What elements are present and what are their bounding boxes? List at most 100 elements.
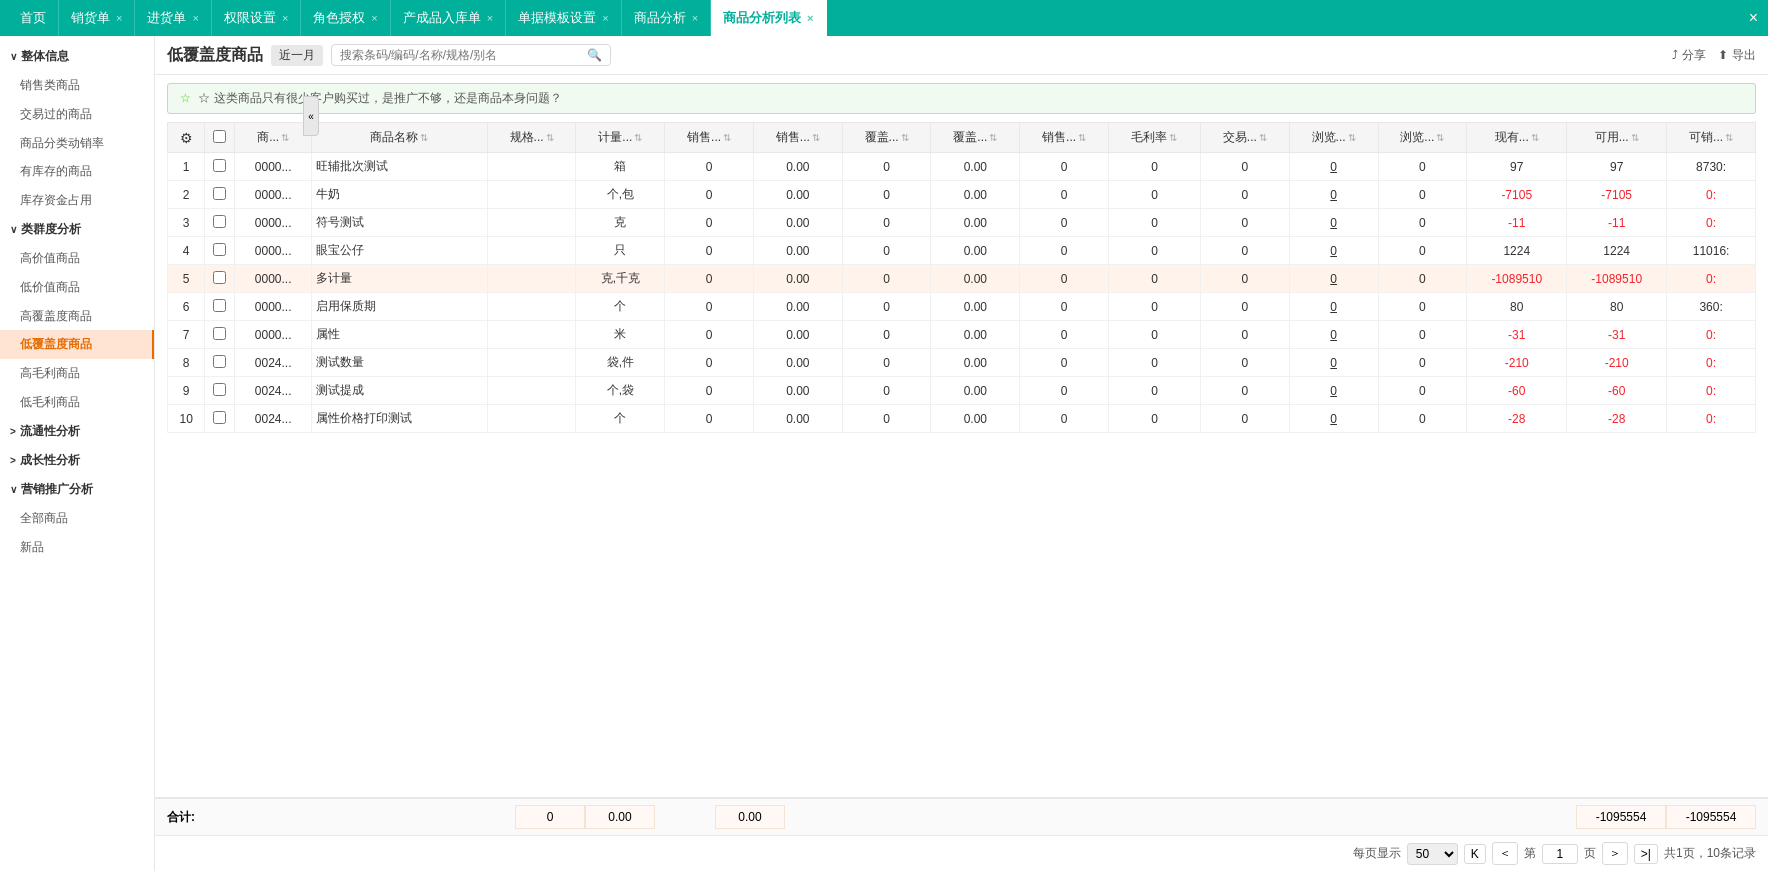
- nav-tab-analysis-list[interactable]: 商品分析列表 ×: [711, 0, 826, 36]
- sidebar-group-growth[interactable]: > 成长性分析: [0, 446, 154, 475]
- sidebar-item-traded-goods[interactable]: 交易过的商品: [0, 100, 154, 129]
- col-trade[interactable]: 交易...⇅: [1201, 123, 1290, 153]
- row-browse1[interactable]: 0: [1289, 321, 1378, 349]
- row-gross: 0: [1108, 405, 1200, 433]
- row-select-checkbox[interactable]: [213, 299, 226, 312]
- sidebar-item-all-goods[interactable]: 全部商品: [0, 504, 154, 533]
- row-select-checkbox[interactable]: [213, 327, 226, 340]
- select-all-checkbox[interactable]: [213, 130, 226, 143]
- settings-icon[interactable]: ⚙: [180, 130, 193, 146]
- nav-tab-production[interactable]: 产成品入库单 ×: [391, 0, 506, 36]
- sidebar-item-low-value[interactable]: 低价值商品: [0, 273, 154, 302]
- col-browse1[interactable]: 浏览...⇅: [1289, 123, 1378, 153]
- sidebar-item-in-stock[interactable]: 有库存的商品: [0, 157, 154, 186]
- prev-page-button[interactable]: ＜: [1492, 842, 1518, 865]
- col-browse2[interactable]: 浏览...⇅: [1378, 123, 1467, 153]
- row-checkbox[interactable]: [205, 181, 235, 209]
- row-select-checkbox[interactable]: [213, 243, 226, 256]
- row-select-checkbox[interactable]: [213, 187, 226, 200]
- sidebar-collapse-button[interactable]: «: [303, 96, 319, 136]
- sidebar-item-high-coverage[interactable]: 高覆盖度商品: [0, 302, 154, 331]
- sidebar-item-low-coverage[interactable]: 低覆盖度商品: [0, 330, 154, 359]
- row-checkbox[interactable]: [205, 293, 235, 321]
- row-checkbox[interactable]: [205, 153, 235, 181]
- row-checkbox[interactable]: [205, 237, 235, 265]
- nav-tab-purchase[interactable]: 进货单 ×: [135, 0, 211, 36]
- col-coverage2[interactable]: 覆盖...⇅: [931, 123, 1020, 153]
- close-all-button[interactable]: ×: [1749, 9, 1758, 27]
- sidebar-item-high-value[interactable]: 高价值商品: [0, 244, 154, 273]
- row-browse1[interactable]: 0: [1289, 237, 1378, 265]
- row-select-checkbox[interactable]: [213, 215, 226, 228]
- col-sales-qty[interactable]: 销售...⇅: [665, 123, 754, 153]
- export-button[interactable]: ⬆ 导出: [1718, 47, 1756, 64]
- col-available[interactable]: 可用...⇅: [1567, 123, 1667, 153]
- col-sales-amt[interactable]: 销售...⇅: [753, 123, 842, 153]
- row-checkbox[interactable]: [205, 405, 235, 433]
- nav-tab-analysis-close[interactable]: ×: [692, 12, 698, 24]
- col-saleable[interactable]: 可销...⇅: [1667, 123, 1756, 153]
- nav-tab-sales[interactable]: 销货单 ×: [59, 0, 135, 36]
- row-browse1[interactable]: 0: [1289, 153, 1378, 181]
- row-checkbox[interactable]: [205, 321, 235, 349]
- nav-tab-home[interactable]: 首页: [8, 0, 59, 36]
- nav-tab-analysis[interactable]: 商品分析 ×: [622, 0, 711, 36]
- search-icon[interactable]: 🔍: [587, 48, 602, 62]
- search-input[interactable]: [340, 48, 587, 62]
- col-current-stock[interactable]: 现有...⇅: [1467, 123, 1567, 153]
- share-button[interactable]: ⤴ 分享: [1672, 47, 1706, 64]
- row-select-checkbox[interactable]: [213, 383, 226, 396]
- sidebar-item-sales-goods[interactable]: 销售类商品: [0, 71, 154, 100]
- col-settings[interactable]: ⚙: [168, 123, 205, 153]
- col-code[interactable]: 商...⇅: [235, 123, 312, 153]
- sidebar-item-low-margin[interactable]: 低毛利商品: [0, 388, 154, 417]
- last-page-button[interactable]: >|: [1634, 844, 1658, 864]
- row-checkbox[interactable]: [205, 349, 235, 377]
- next-page-button[interactable]: ＞: [1602, 842, 1628, 865]
- page-number-input[interactable]: [1542, 844, 1578, 864]
- nav-tab-permissions-close[interactable]: ×: [282, 12, 288, 24]
- col-sales3[interactable]: 销售...⇅: [1020, 123, 1109, 153]
- sidebar-group-liquidity[interactable]: > 流通性分析: [0, 417, 154, 446]
- col-coverage1[interactable]: 覆盖...⇅: [842, 123, 931, 153]
- row-checkbox[interactable]: [205, 209, 235, 237]
- row-browse1[interactable]: 0: [1289, 181, 1378, 209]
- col-spec[interactable]: 规格...⇅: [487, 123, 576, 153]
- row-select-checkbox[interactable]: [213, 411, 226, 424]
- col-gross-margin[interactable]: 毛利率⇅: [1108, 123, 1200, 153]
- row-browse1[interactable]: 0: [1289, 265, 1378, 293]
- col-name[interactable]: 商品名称⇅: [311, 123, 487, 153]
- row-browse1[interactable]: 0: [1289, 405, 1378, 433]
- sidebar-group-cluster[interactable]: ∨ 类群度分析: [0, 215, 154, 244]
- nav-tab-roles-close[interactable]: ×: [371, 12, 377, 24]
- nav-tab-roles[interactable]: 角色授权 ×: [301, 0, 390, 36]
- row-select-checkbox[interactable]: [213, 355, 226, 368]
- nav-tab-sales-close[interactable]: ×: [116, 12, 122, 24]
- row-checkbox[interactable]: [205, 265, 235, 293]
- nav-tab-analysis-list-close[interactable]: ×: [807, 12, 813, 24]
- sidebar-group-marketing[interactable]: ∨ 营销推广分析: [0, 475, 154, 504]
- row-select-checkbox[interactable]: [213, 271, 226, 284]
- row-browse1[interactable]: 0: [1289, 377, 1378, 405]
- nav-tab-template-close[interactable]: ×: [602, 12, 608, 24]
- sidebar-item-new-goods[interactable]: 新品: [0, 533, 154, 562]
- row-browse1[interactable]: 0: [1289, 349, 1378, 377]
- sidebar-group-overall[interactable]: ∨ 整体信息: [0, 42, 154, 71]
- row-select-checkbox[interactable]: [213, 159, 226, 172]
- search-box[interactable]: 🔍: [331, 44, 611, 66]
- per-page-select[interactable]: 50 100 200: [1407, 843, 1458, 865]
- nav-tab-permissions[interactable]: 权限设置 ×: [212, 0, 301, 36]
- filter-tag-recent[interactable]: 近一月: [271, 45, 323, 66]
- sidebar-item-category-rate[interactable]: 商品分类动销率: [0, 129, 154, 158]
- table-wrapper[interactable]: ⚙ 商...⇅ 商品名称⇅ 规格...⇅ 计量...⇅ 销售...⇅ 销售...…: [155, 122, 1768, 797]
- nav-tab-purchase-close[interactable]: ×: [192, 12, 198, 24]
- nav-tab-template[interactable]: 单据模板设置 ×: [506, 0, 621, 36]
- col-unit[interactable]: 计量...⇅: [576, 123, 665, 153]
- row-browse1[interactable]: 0: [1289, 209, 1378, 237]
- row-browse1[interactable]: 0: [1289, 293, 1378, 321]
- row-checkbox[interactable]: [205, 377, 235, 405]
- nav-tab-production-close[interactable]: ×: [487, 12, 493, 24]
- first-page-button[interactable]: K: [1464, 844, 1486, 864]
- sidebar-item-capital-occupancy[interactable]: 库存资金占用: [0, 186, 154, 215]
- sidebar-item-high-margin[interactable]: 高毛利商品: [0, 359, 154, 388]
